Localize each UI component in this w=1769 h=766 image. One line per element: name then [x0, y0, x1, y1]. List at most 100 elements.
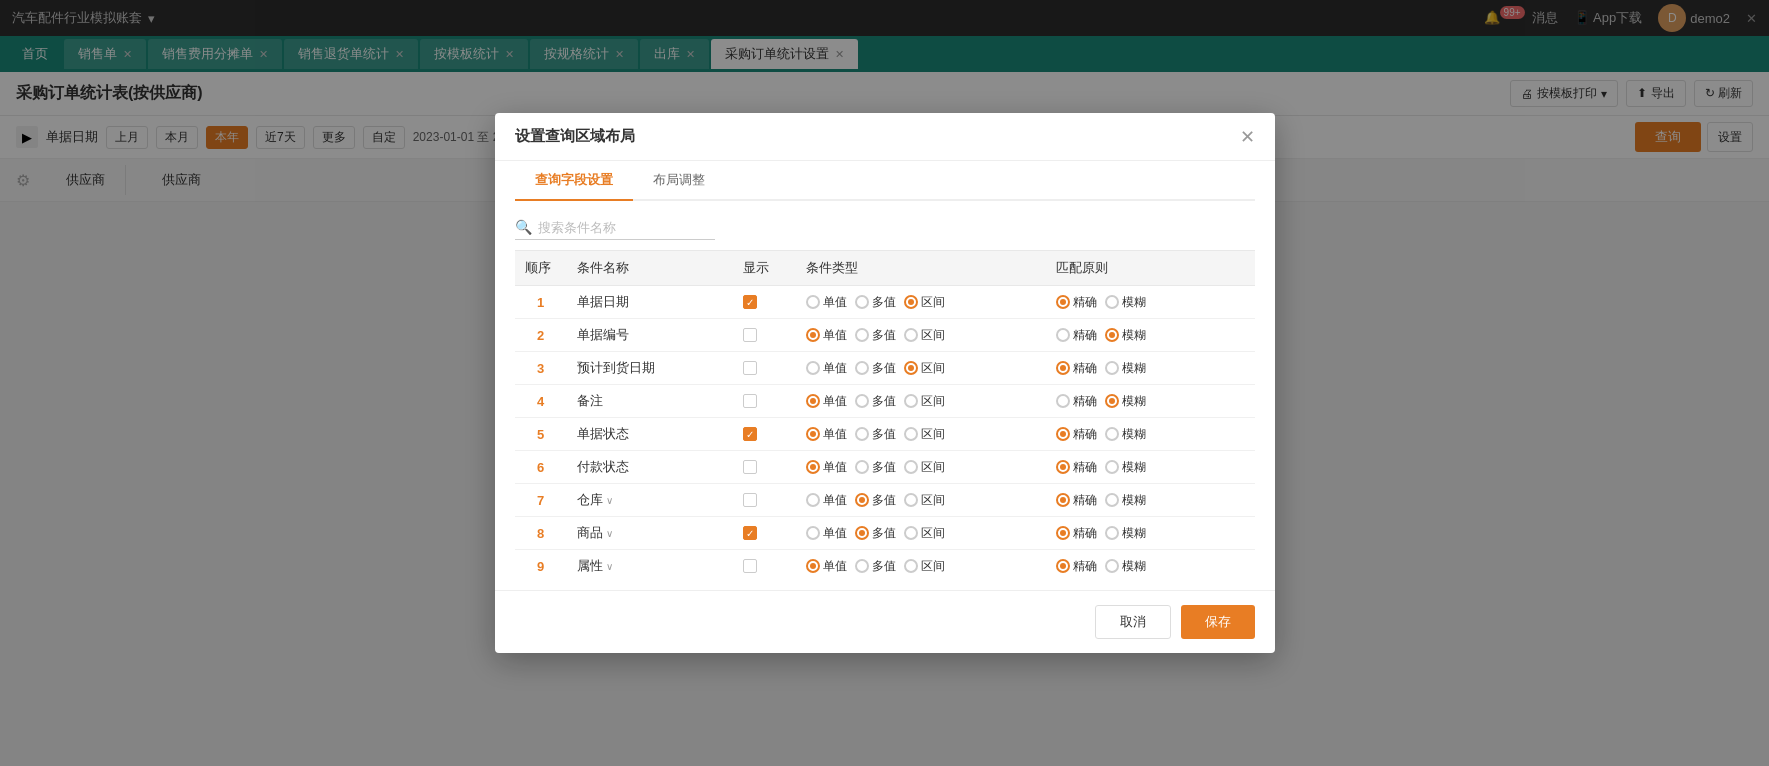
radio-circle-type-2-9 — [904, 559, 918, 573]
radio-type-单值-9[interactable]: 单值 — [806, 558, 847, 575]
cell-order-6: 6 — [515, 451, 567, 484]
radio-label-match-0-2: 精确 — [1073, 327, 1097, 344]
radio-circle-type-2-1 — [904, 295, 918, 309]
radio-match-精确-1[interactable]: 精确 — [1056, 294, 1097, 311]
radio-match-精确-7[interactable]: 精确 — [1056, 492, 1097, 509]
cancel-button[interactable]: 取消 — [1095, 605, 1171, 639]
cell-display-9[interactable] — [733, 550, 796, 581]
cell-display-2[interactable] — [733, 319, 796, 352]
radio-type-多值-7[interactable]: 多值 — [855, 492, 896, 509]
cell-display-1[interactable] — [733, 286, 796, 319]
radio-type-单值-5[interactable]: 单值 — [806, 426, 847, 443]
radio-match-精确-6[interactable]: 精确 — [1056, 459, 1097, 476]
radio-match-模糊-5[interactable]: 模糊 — [1105, 426, 1146, 443]
save-button[interactable]: 保存 — [1181, 605, 1255, 639]
radio-circle-match-1-1 — [1105, 295, 1119, 309]
radio-label-type-0-4: 单值 — [823, 393, 847, 410]
radio-type-多值-2[interactable]: 多值 — [855, 327, 896, 344]
radio-type-多值-9[interactable]: 多值 — [855, 558, 896, 575]
modal-tab-query-fields[interactable]: 查询字段设置 — [515, 161, 633, 201]
radio-type-单值-8[interactable]: 单值 — [806, 525, 847, 542]
cell-name-7: 仓库 ∨ — [567, 484, 734, 517]
radio-type-单值-6[interactable]: 单值 — [806, 459, 847, 476]
radio-type-单值-7[interactable]: 单值 — [806, 492, 847, 509]
radio-circle-type-1-3 — [855, 361, 869, 375]
cell-display-8[interactable] — [733, 517, 796, 550]
checkbox-display-2[interactable] — [743, 328, 757, 342]
radio-label-type-2-4: 区间 — [921, 393, 945, 410]
radio-match-模糊-3[interactable]: 模糊 — [1105, 360, 1146, 377]
checkbox-display-1[interactable] — [743, 295, 757, 309]
checkbox-display-9[interactable] — [743, 559, 757, 573]
radio-label-match-0-6: 精确 — [1073, 459, 1097, 476]
radio-type-多值-6[interactable]: 多值 — [855, 459, 896, 476]
radio-match-模糊-7[interactable]: 模糊 — [1105, 492, 1146, 509]
radio-match-模糊-8[interactable]: 模糊 — [1105, 525, 1146, 542]
radio-type-单值-2[interactable]: 单值 — [806, 327, 847, 344]
radio-match-精确-8[interactable]: 精确 — [1056, 525, 1097, 542]
modal-close-button[interactable]: ✕ — [1240, 128, 1255, 146]
radio-circle-type-1-4 — [855, 394, 869, 408]
radio-type-区间-2[interactable]: 区间 — [904, 327, 945, 344]
radio-type-区间-6[interactable]: 区间 — [904, 459, 945, 476]
cell-display-7[interactable] — [733, 484, 796, 517]
cell-display-4[interactable] — [733, 385, 796, 418]
radio-match-模糊-1[interactable]: 模糊 — [1105, 294, 1146, 311]
checkbox-display-7[interactable] — [743, 493, 757, 507]
radio-label-type-0-8: 单值 — [823, 525, 847, 542]
checkbox-display-5[interactable] — [743, 427, 757, 441]
modal-tab-layout[interactable]: 布局调整 — [633, 161, 725, 201]
table-row: 2单据编号单值多值区间精确模糊 — [515, 319, 1255, 352]
radio-type-多值-4[interactable]: 多值 — [855, 393, 896, 410]
table-row: 3预计到货日期单值多值区间精确模糊 — [515, 352, 1255, 385]
radio-label-type-2-3: 区间 — [921, 360, 945, 377]
radio-match-精确-9[interactable]: 精确 — [1056, 558, 1097, 575]
radio-type-区间-5[interactable]: 区间 — [904, 426, 945, 443]
radio-type-多值-8[interactable]: 多值 — [855, 525, 896, 542]
radio-label-type-1-4: 多值 — [872, 393, 896, 410]
radio-circle-match-0-6 — [1056, 460, 1070, 474]
radio-match-精确-4[interactable]: 精确 — [1056, 393, 1097, 410]
radio-type-多值-5[interactable]: 多值 — [855, 426, 896, 443]
radio-label-match-0-1: 精确 — [1073, 294, 1097, 311]
cell-display-5[interactable] — [733, 418, 796, 451]
radio-match-模糊-2[interactable]: 模糊 — [1105, 327, 1146, 344]
th-type: 条件类型 — [796, 251, 1046, 286]
cell-order-1: 1 — [515, 286, 567, 319]
radio-match-模糊-6[interactable]: 模糊 — [1105, 459, 1146, 476]
radio-type-区间-3[interactable]: 区间 — [904, 360, 945, 377]
radio-match-精确-2[interactable]: 精确 — [1056, 327, 1097, 344]
radio-type-区间-1[interactable]: 区间 — [904, 294, 945, 311]
checkbox-display-6[interactable] — [743, 460, 757, 474]
radio-type-单值-1[interactable]: 单值 — [806, 294, 847, 311]
search-input[interactable] — [538, 220, 698, 235]
radio-circle-type-1-6 — [855, 460, 869, 474]
radio-type-区间-7[interactable]: 区间 — [904, 492, 945, 509]
radio-label-type-1-2: 多值 — [872, 327, 896, 344]
checkbox-display-3[interactable] — [743, 361, 757, 375]
cell-match-9: 精确模糊 — [1046, 550, 1254, 581]
radio-circle-type-0-2 — [806, 328, 820, 342]
radio-type-区间-8[interactable]: 区间 — [904, 525, 945, 542]
cell-type-5: 单值多值区间 — [796, 418, 1046, 451]
radio-match-模糊-4[interactable]: 模糊 — [1105, 393, 1146, 410]
radio-type-多值-3[interactable]: 多值 — [855, 360, 896, 377]
cell-order-5: 5 — [515, 418, 567, 451]
radio-type-单值-4[interactable]: 单值 — [806, 393, 847, 410]
th-name: 条件名称 — [567, 251, 734, 286]
checkbox-display-8[interactable] — [743, 526, 757, 540]
radio-type-区间-9[interactable]: 区间 — [904, 558, 945, 575]
cell-display-6[interactable] — [733, 451, 796, 484]
checkbox-display-4[interactable] — [743, 394, 757, 408]
radio-match-精确-5[interactable]: 精确 — [1056, 426, 1097, 443]
radio-match-精确-3[interactable]: 精确 — [1056, 360, 1097, 377]
table-row: 9属性 ∨单值多值区间精确模糊 — [515, 550, 1255, 581]
cell-display-3[interactable] — [733, 352, 796, 385]
radio-label-match-1-6: 模糊 — [1122, 459, 1146, 476]
radio-circle-match-1-2 — [1105, 328, 1119, 342]
radio-type-多值-1[interactable]: 多值 — [855, 294, 896, 311]
radio-match-模糊-9[interactable]: 模糊 — [1105, 558, 1146, 575]
radio-type-区间-4[interactable]: 区间 — [904, 393, 945, 410]
radio-type-单值-3[interactable]: 单值 — [806, 360, 847, 377]
radio-label-type-1-1: 多值 — [872, 294, 896, 311]
